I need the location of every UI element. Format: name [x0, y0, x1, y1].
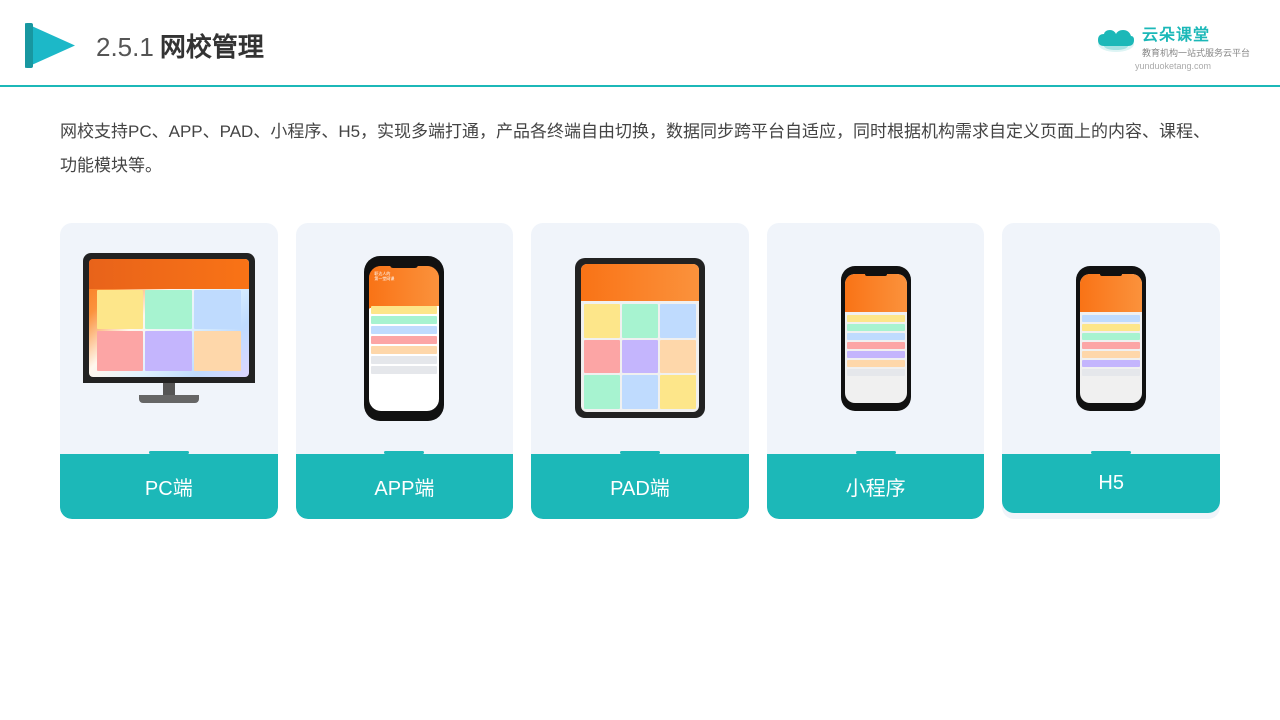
- monitor-grid: [97, 290, 241, 371]
- phone-row: [371, 326, 437, 334]
- tablet-header: [581, 264, 699, 301]
- tablet-cell: [660, 304, 696, 338]
- section-number: 2.5.1: [96, 32, 154, 62]
- phone-mini-row: [847, 369, 905, 376]
- phone-mini-row: [1082, 333, 1140, 340]
- phone-row: [371, 316, 437, 324]
- phone-h5-mockup: [1076, 266, 1146, 411]
- phone-row: [371, 366, 437, 374]
- phone-mini-screen: [845, 274, 907, 403]
- card-app-label: APP端: [296, 454, 514, 519]
- screen-cell: [97, 290, 144, 330]
- card-app-image: 职达人的第一堂网课: [296, 223, 514, 443]
- monitor-outer: [83, 253, 255, 383]
- brand-url: yunduoketang.com: [1135, 61, 1211, 71]
- monitor-header: [89, 259, 249, 289]
- phone-screen: 职达人的第一堂网课: [369, 266, 439, 411]
- phone-mini-row: [847, 360, 905, 367]
- phone-h5-header: [1080, 274, 1142, 313]
- phone-h5-content: [1082, 315, 1140, 401]
- phone-mini-row: [1082, 351, 1140, 358]
- phone-row: [371, 356, 437, 364]
- pc-mockup: [79, 253, 259, 423]
- card-mini-label: 小程序: [767, 454, 985, 519]
- card-miniprogram: 小程序: [767, 223, 985, 519]
- cloud-icon: [1096, 26, 1136, 54]
- card-pc-image: [60, 223, 278, 443]
- device-cards: PC端 职达人的第一堂网课: [0, 193, 1280, 539]
- phone-mini-notch: [865, 271, 887, 276]
- phone-mini-row: [847, 315, 905, 322]
- tablet-cell: [660, 340, 696, 374]
- monitor-screen: [89, 259, 249, 377]
- phone-mini-row: [1082, 315, 1140, 322]
- tablet-cell: [584, 375, 620, 409]
- monitor-neck: [163, 383, 175, 395]
- tablet-screen: [581, 264, 699, 412]
- tablet-cell: [622, 340, 658, 374]
- card-mini-image: [767, 223, 985, 443]
- brand-area: 云朵课堂 教育机构一站式服务云平台 yunduoketang.com: [1096, 21, 1250, 71]
- tablet-content: [584, 304, 696, 409]
- phone-mini-row: [847, 351, 905, 358]
- phone-row: [371, 336, 437, 344]
- tablet-cell: [584, 340, 620, 374]
- card-pad: PAD端: [531, 223, 749, 519]
- tablet-cell: [622, 375, 658, 409]
- header-left: 2.5.1网校管理: [20, 18, 264, 73]
- phone-row: [371, 346, 437, 354]
- card-h5-label: H5: [1002, 454, 1220, 513]
- tablet-cell: [622, 304, 658, 338]
- phone-content: [371, 306, 437, 408]
- phone-mini-row: [1082, 342, 1140, 349]
- card-pc-label: PC端: [60, 454, 278, 519]
- card-h5-image: [1002, 223, 1220, 443]
- description-text: 网校支持PC、APP、PAD、小程序、H5，实现多端打通，产品各终端自由切换，数…: [0, 87, 1280, 193]
- phone-mini-mockup: [841, 266, 911, 411]
- tablet-cell: [584, 304, 620, 338]
- brand-name: 云朵课堂: [1142, 21, 1250, 45]
- brand-text: 云朵课堂 教育机构一站式服务云平台: [1142, 21, 1250, 59]
- phone-row: [371, 306, 437, 314]
- brand-slogan: 教育机构一站式服务云平台: [1142, 46, 1250, 59]
- title-text: 网校管理: [160, 32, 264, 62]
- phone-mini-content: [847, 315, 905, 401]
- phone-header: 职达人的第一堂网课: [369, 266, 439, 307]
- brand-logo: 云朵课堂 教育机构一站式服务云平台: [1096, 21, 1250, 59]
- card-pc: PC端: [60, 223, 278, 519]
- tablet-mockup: [575, 258, 705, 418]
- phone-h5-screen: [1080, 274, 1142, 403]
- page-title: 2.5.1网校管理: [96, 27, 264, 64]
- screen-cell: [97, 331, 144, 371]
- phone-mockup: 职达人的第一堂网课: [364, 256, 444, 421]
- header: 2.5.1网校管理 云朵课堂 教育机构一站式服务云平台 yunduoketang…: [0, 0, 1280, 87]
- screen-cell: [194, 331, 241, 371]
- phone-mini-row: [1082, 360, 1140, 367]
- phone-mini-header: [845, 274, 907, 313]
- description-paragraph: 网校支持PC、APP、PAD、小程序、H5，实现多端打通，产品各终端自由切换，数…: [60, 115, 1220, 183]
- card-pad-image: [531, 223, 749, 443]
- card-app: 职达人的第一堂网课 APP端: [296, 223, 514, 519]
- phone-notch: [390, 262, 418, 268]
- phone-mini-row: [847, 324, 905, 331]
- phone-mini-row: [1082, 324, 1140, 331]
- card-pad-label: PAD端: [531, 454, 749, 519]
- phone-mini-row: [847, 333, 905, 340]
- phone-mini-notch2: [1100, 271, 1122, 276]
- screen-cell: [145, 331, 192, 371]
- tablet-cell: [660, 375, 696, 409]
- phone-header-text: 职达人的第一堂网课: [374, 271, 394, 282]
- card-h5: H5: [1002, 223, 1220, 519]
- phone-mini-row: [847, 342, 905, 349]
- phone-mini-row: [1082, 369, 1140, 376]
- logo-shape: [20, 18, 80, 73]
- screen-cell: [194, 290, 241, 330]
- screen-cell: [145, 290, 192, 330]
- monitor-base: [139, 395, 199, 403]
